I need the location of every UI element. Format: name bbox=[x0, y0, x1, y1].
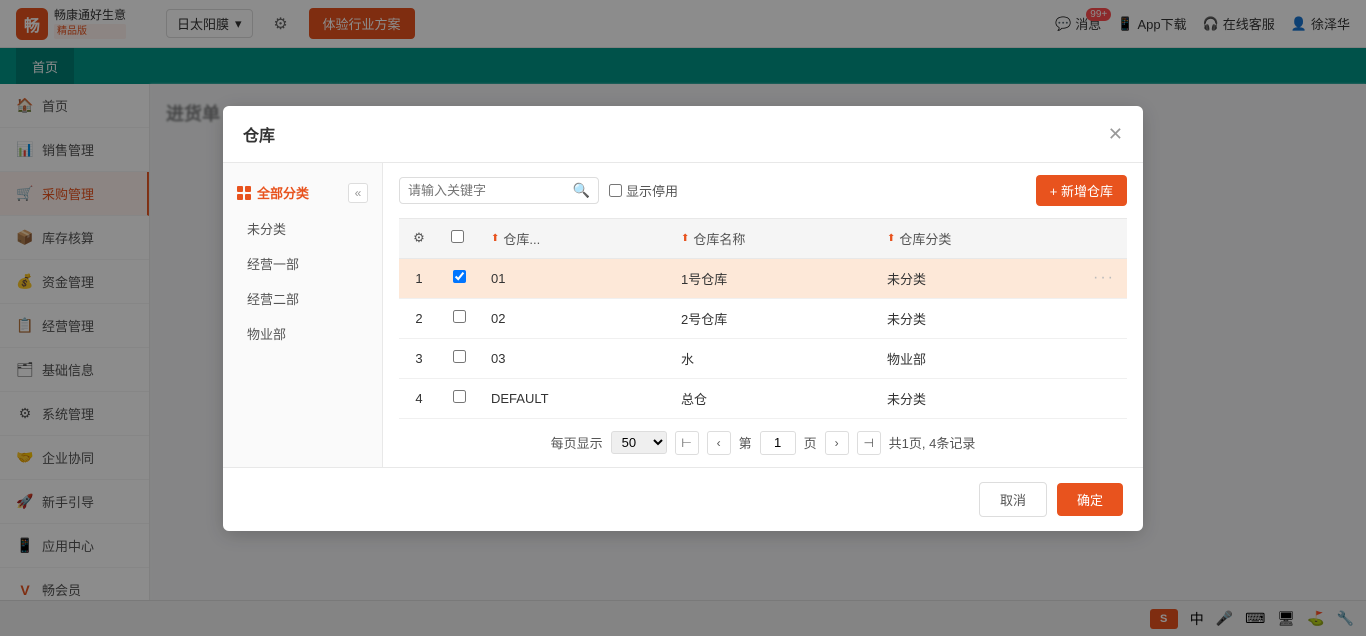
col-header-code: ⬆ 仓库... bbox=[479, 218, 669, 258]
row-checkbox-cell bbox=[439, 338, 479, 378]
last-page-button[interactable]: ⊣ bbox=[857, 431, 881, 455]
warehouse-modal: 仓库 ✕ 全部分类 « 未分类 经营一部 经营二部 物业部 bbox=[223, 106, 1143, 531]
row-code: DEFAULT bbox=[479, 378, 669, 418]
row-checkbox[interactable] bbox=[453, 270, 466, 283]
row-actions bbox=[1081, 298, 1127, 338]
modal-footer: 取消 确定 bbox=[223, 467, 1143, 531]
row-index: 2 bbox=[399, 298, 439, 338]
table-row: 2 02 2号仓库 未分类 bbox=[399, 298, 1127, 338]
row-name: 总仓 bbox=[669, 378, 875, 418]
category-item-dept1[interactable]: 经营一部 bbox=[223, 246, 382, 281]
new-warehouse-button[interactable]: + 新增仓库 bbox=[1036, 175, 1127, 206]
table-row: 4 DEFAULT 总仓 未分类 bbox=[399, 378, 1127, 418]
table-toolbar: 🔍 显示停用 + 新增仓库 bbox=[399, 175, 1127, 206]
modal-close-button[interactable]: ✕ bbox=[1108, 125, 1123, 143]
row-actions bbox=[1081, 378, 1127, 418]
collapse-button[interactable]: « bbox=[348, 183, 368, 203]
row-category: 未分类 bbox=[875, 258, 1081, 298]
category-item-property[interactable]: 物业部 bbox=[223, 316, 382, 351]
table-row: 3 03 水 物业部 bbox=[399, 338, 1127, 378]
warehouse-table: ⚙ ⬆ 仓库... bbox=[399, 218, 1127, 419]
all-categories-label: 全部分类 bbox=[237, 183, 309, 202]
col-header-category: ⬆ 仓库分类 bbox=[875, 218, 1081, 258]
row-category: 物业部 bbox=[875, 338, 1081, 378]
row-checkbox[interactable] bbox=[453, 310, 466, 323]
category-item-uncategorized[interactable]: 未分类 bbox=[223, 211, 382, 246]
next-page-button[interactable]: › bbox=[825, 431, 849, 455]
category-item-dept2[interactable]: 经营二部 bbox=[223, 281, 382, 316]
show-disabled-checkbox[interactable] bbox=[609, 184, 622, 197]
row-actions bbox=[1081, 338, 1127, 378]
search-input[interactable] bbox=[408, 183, 573, 198]
modal-header: 仓库 ✕ bbox=[223, 106, 1143, 163]
page-number-input[interactable] bbox=[760, 431, 796, 455]
more-actions-button[interactable]: ··· bbox=[1093, 269, 1115, 286]
first-page-button[interactable]: ⊢ bbox=[675, 431, 699, 455]
sort-icon-name: ⬆ bbox=[681, 233, 689, 244]
col-header-checkbox bbox=[439, 218, 479, 258]
table-area: 🔍 显示停用 + 新增仓库 ⚙ bbox=[383, 163, 1143, 467]
row-name: 1号仓库 bbox=[669, 258, 875, 298]
row-category: 未分类 bbox=[875, 298, 1081, 338]
col-header-actions bbox=[1081, 218, 1127, 258]
row-index: 3 bbox=[399, 338, 439, 378]
modal-title: 仓库 bbox=[243, 122, 275, 146]
col-header-name: ⬆ 仓库名称 bbox=[669, 218, 875, 258]
page-size-dropdown[interactable]: 50 100 200 bbox=[611, 431, 667, 454]
page-size-select: 50 100 200 bbox=[611, 431, 667, 454]
sort-icon: ⬆ bbox=[491, 233, 499, 244]
table-row: 1 01 1号仓库 未分类 ··· bbox=[399, 258, 1127, 298]
table-container: ⚙ ⬆ 仓库... bbox=[399, 218, 1127, 419]
modal-overlay: 仓库 ✕ 全部分类 « 未分类 经营一部 经营二部 物业部 bbox=[0, 0, 1366, 636]
row-name: 水 bbox=[669, 338, 875, 378]
cancel-button[interactable]: 取消 bbox=[979, 482, 1047, 517]
row-actions: ··· bbox=[1081, 258, 1127, 298]
row-index: 1 bbox=[399, 258, 439, 298]
confirm-button[interactable]: 确定 bbox=[1057, 483, 1123, 516]
row-checkbox[interactable] bbox=[453, 390, 466, 403]
row-code: 01 bbox=[479, 258, 669, 298]
sort-icon-cat: ⬆ bbox=[887, 233, 895, 244]
search-input-wrap: 🔍 bbox=[399, 177, 599, 204]
search-icon: 🔍 bbox=[573, 182, 590, 199]
category-sidebar: 全部分类 « 未分类 经营一部 经营二部 物业部 bbox=[223, 163, 383, 467]
row-checkbox-cell bbox=[439, 258, 479, 298]
select-all-checkbox[interactable] bbox=[451, 230, 464, 243]
prev-page-button[interactable]: ‹ bbox=[707, 431, 731, 455]
show-disabled-option[interactable]: 显示停用 bbox=[609, 181, 678, 200]
row-checkbox[interactable] bbox=[453, 350, 466, 363]
pagination: 每页显示 50 100 200 ⊢ ‹ 第 页 › ⊣ 共 bbox=[399, 431, 1127, 455]
row-index: 4 bbox=[399, 378, 439, 418]
category-all-header[interactable]: 全部分类 « bbox=[223, 175, 382, 211]
modal-body: 全部分类 « 未分类 经营一部 经营二部 物业部 🔍 bbox=[223, 163, 1143, 467]
row-checkbox-cell bbox=[439, 298, 479, 338]
total-info: 共1页, 4条记录 bbox=[889, 433, 976, 452]
row-category: 未分类 bbox=[875, 378, 1081, 418]
settings-icon: ⚙ bbox=[413, 230, 425, 245]
grid-icon bbox=[237, 186, 251, 200]
row-code: 03 bbox=[479, 338, 669, 378]
col-header-settings: ⚙ bbox=[399, 218, 439, 258]
row-checkbox-cell bbox=[439, 378, 479, 418]
row-name: 2号仓库 bbox=[669, 298, 875, 338]
row-code: 02 bbox=[479, 298, 669, 338]
